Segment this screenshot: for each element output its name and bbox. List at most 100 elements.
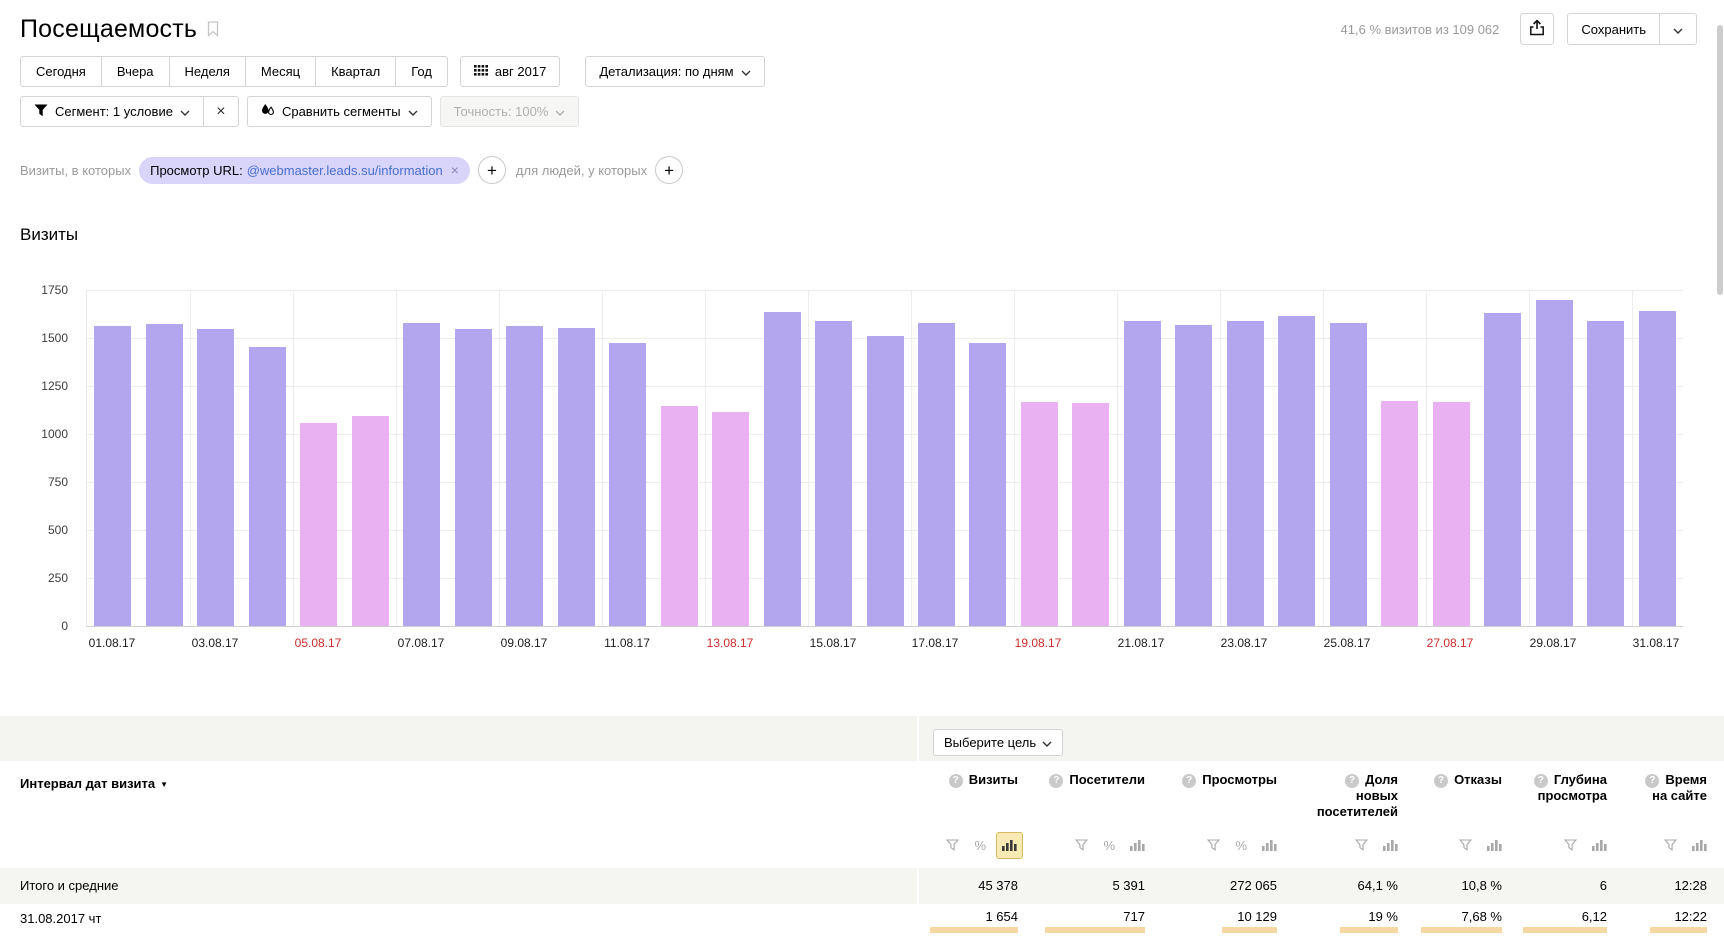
bar-15.08.17[interactable] — [815, 321, 853, 626]
filter-funnel-icon[interactable] — [1075, 839, 1089, 851]
period-button-2[interactable]: Неделя — [168, 56, 246, 87]
bar-chart-icon[interactable] — [1692, 839, 1707, 851]
goal-select-dropdown[interactable]: Выберите цель — [933, 729, 1064, 756]
segment-dropdown[interactable]: Сегмент: 1 условие — [20, 96, 204, 127]
bar-chart-icon[interactable] — [1592, 839, 1607, 851]
column-header-3[interactable]: ? Доля новых посетителей — [1277, 772, 1398, 820]
bar-04.08.17[interactable] — [248, 347, 286, 626]
filter-funnel-icon[interactable] — [946, 839, 960, 851]
column-header-5[interactable]: ? Глубина просмотра — [1502, 772, 1607, 820]
day-cell-value[interactable]: 12:22 — [1607, 909, 1707, 924]
bookmark-icon[interactable] — [207, 21, 219, 37]
column-header-2[interactable]: ? Просмотры — [1145, 772, 1277, 820]
filter-funnel-icon[interactable] — [1564, 839, 1577, 851]
bar-29.08.17[interactable] — [1535, 300, 1573, 626]
bar-18.08.17[interactable] — [969, 343, 1007, 626]
segment-remove-button[interactable]: × — [202, 96, 239, 127]
help-icon[interactable]: ? — [1345, 774, 1360, 788]
column-header-6[interactable]: ? Время на сайте — [1607, 772, 1707, 820]
bar-16.08.17[interactable] — [866, 336, 904, 626]
accuracy-dropdown[interactable]: Точность: 100% — [439, 96, 580, 127]
period-button-4[interactable]: Квартал — [315, 56, 397, 87]
bar-slot — [447, 290, 498, 626]
chip-prefix: Просмотр URL: — [150, 162, 243, 178]
help-icon[interactable]: ? — [1182, 774, 1197, 788]
bar-28.08.17[interactable] — [1484, 313, 1522, 626]
export-button[interactable] — [1520, 13, 1555, 45]
add-people-condition-button[interactable]: + — [655, 156, 684, 184]
bar-14.08.17[interactable] — [763, 312, 801, 626]
totals-row-label: Итого и средние — [20, 878, 119, 893]
filter-funnel-icon[interactable] — [1459, 839, 1472, 851]
bar-slot — [87, 290, 138, 626]
bar-13.08.17[interactable] — [712, 412, 750, 626]
column-header-0[interactable]: ? Визиты — [918, 772, 1018, 820]
day-row-label[interactable]: 31.08.2017 чт — [20, 911, 101, 926]
detalization-dropdown[interactable]: Детализация: по дням — [585, 56, 765, 87]
dimension-header[interactable]: Интервал дат визита ▼ — [20, 776, 168, 791]
day-cell-value[interactable]: 10 129 — [1145, 909, 1277, 924]
save-menu-button[interactable] — [1659, 13, 1697, 45]
save-button[interactable]: Сохранить — [1567, 13, 1660, 45]
bar-30.08.17[interactable] — [1587, 321, 1625, 626]
bar-20.08.17[interactable] — [1072, 403, 1110, 626]
bar-chart-icon[interactable] — [1130, 839, 1145, 851]
bar-23.08.17[interactable] — [1226, 321, 1264, 626]
chip-remove-icon[interactable]: × — [451, 162, 459, 178]
day-cell-value[interactable]: 1 654 — [918, 909, 1018, 924]
add-visit-condition-button[interactable]: + — [477, 156, 506, 184]
bar-08.08.17[interactable] — [454, 329, 492, 626]
bar-chart-icon[interactable] — [1487, 839, 1502, 851]
chip-url-link[interactable]: @webmaster.leads.su/information — [247, 163, 443, 178]
percent-icon[interactable]: % — [974, 838, 986, 853]
bar-05.08.17[interactable] — [300, 423, 338, 626]
bar-24.08.17[interactable] — [1278, 316, 1316, 626]
bar-19.08.17[interactable] — [1020, 402, 1058, 626]
column-header-1[interactable]: ? Посетители — [1018, 772, 1145, 820]
bar-21.08.17[interactable] — [1123, 321, 1161, 626]
period-button-1[interactable]: Вчера — [100, 56, 170, 87]
scrollbar[interactable] — [1717, 25, 1723, 295]
bar-22.08.17[interactable] — [1175, 325, 1213, 626]
help-icon[interactable]: ? — [1049, 774, 1064, 788]
bar-27.08.17[interactable] — [1432, 402, 1470, 626]
bar-09.08.17[interactable] — [506, 326, 544, 626]
help-icon[interactable]: ? — [948, 774, 963, 788]
column-header-4[interactable]: ? Отказы — [1398, 772, 1502, 820]
bar-01.08.17[interactable] — [94, 326, 132, 626]
help-icon[interactable]: ? — [1645, 774, 1660, 788]
url-filter-chip[interactable]: Просмотр URL: @webmaster.leads.su/inform… — [139, 156, 470, 184]
bar-03.08.17[interactable] — [197, 329, 235, 626]
bar-12.08.17[interactable] — [660, 406, 698, 626]
bar-26.08.17[interactable] — [1381, 401, 1419, 626]
day-cell-value[interactable]: 19 % — [1277, 909, 1398, 924]
filter-funnel-icon[interactable] — [1355, 839, 1368, 851]
percent-icon[interactable]: % — [1235, 838, 1247, 853]
bar-31.08.17[interactable] — [1638, 311, 1676, 626]
bar-06.08.17[interactable] — [351, 416, 389, 626]
help-icon[interactable]: ? — [1533, 774, 1548, 788]
help-icon[interactable]: ? — [1434, 774, 1449, 788]
filter-funnel-icon[interactable] — [1207, 839, 1221, 851]
compare-drops-icon — [261, 103, 275, 120]
period-button-0[interactable]: Сегодня — [20, 56, 102, 87]
compare-segments-dropdown[interactable]: Сравнить сегменты — [246, 96, 432, 127]
filter-funnel-icon[interactable] — [1664, 839, 1677, 851]
day-cell-value[interactable]: 717 — [1018, 909, 1145, 924]
date-range-button[interactable]: авг 2017 — [459, 56, 561, 87]
bar-chart-icon[interactable] — [1262, 839, 1277, 851]
x-axis-tick: 05.08.17 — [294, 636, 342, 650]
bar-02.08.17[interactable] — [145, 324, 183, 626]
bar-07.08.17[interactable] — [403, 323, 441, 626]
bar-chart-icon[interactable] — [1383, 839, 1398, 851]
period-button-5[interactable]: Год — [395, 56, 448, 87]
period-button-3[interactable]: Месяц — [244, 56, 317, 87]
bar-25.08.17[interactable] — [1329, 323, 1367, 626]
bar-17.08.17[interactable] — [917, 323, 955, 626]
percent-icon[interactable]: % — [1103, 838, 1115, 853]
x-axis-tick: 01.08.17 — [88, 636, 136, 650]
bar-11.08.17[interactable] — [609, 343, 647, 626]
day-cell-value[interactable]: 7,68 % — [1398, 909, 1502, 924]
bar-10.08.17[interactable] — [557, 328, 595, 626]
day-cell-value[interactable]: 6,12 — [1502, 909, 1607, 924]
